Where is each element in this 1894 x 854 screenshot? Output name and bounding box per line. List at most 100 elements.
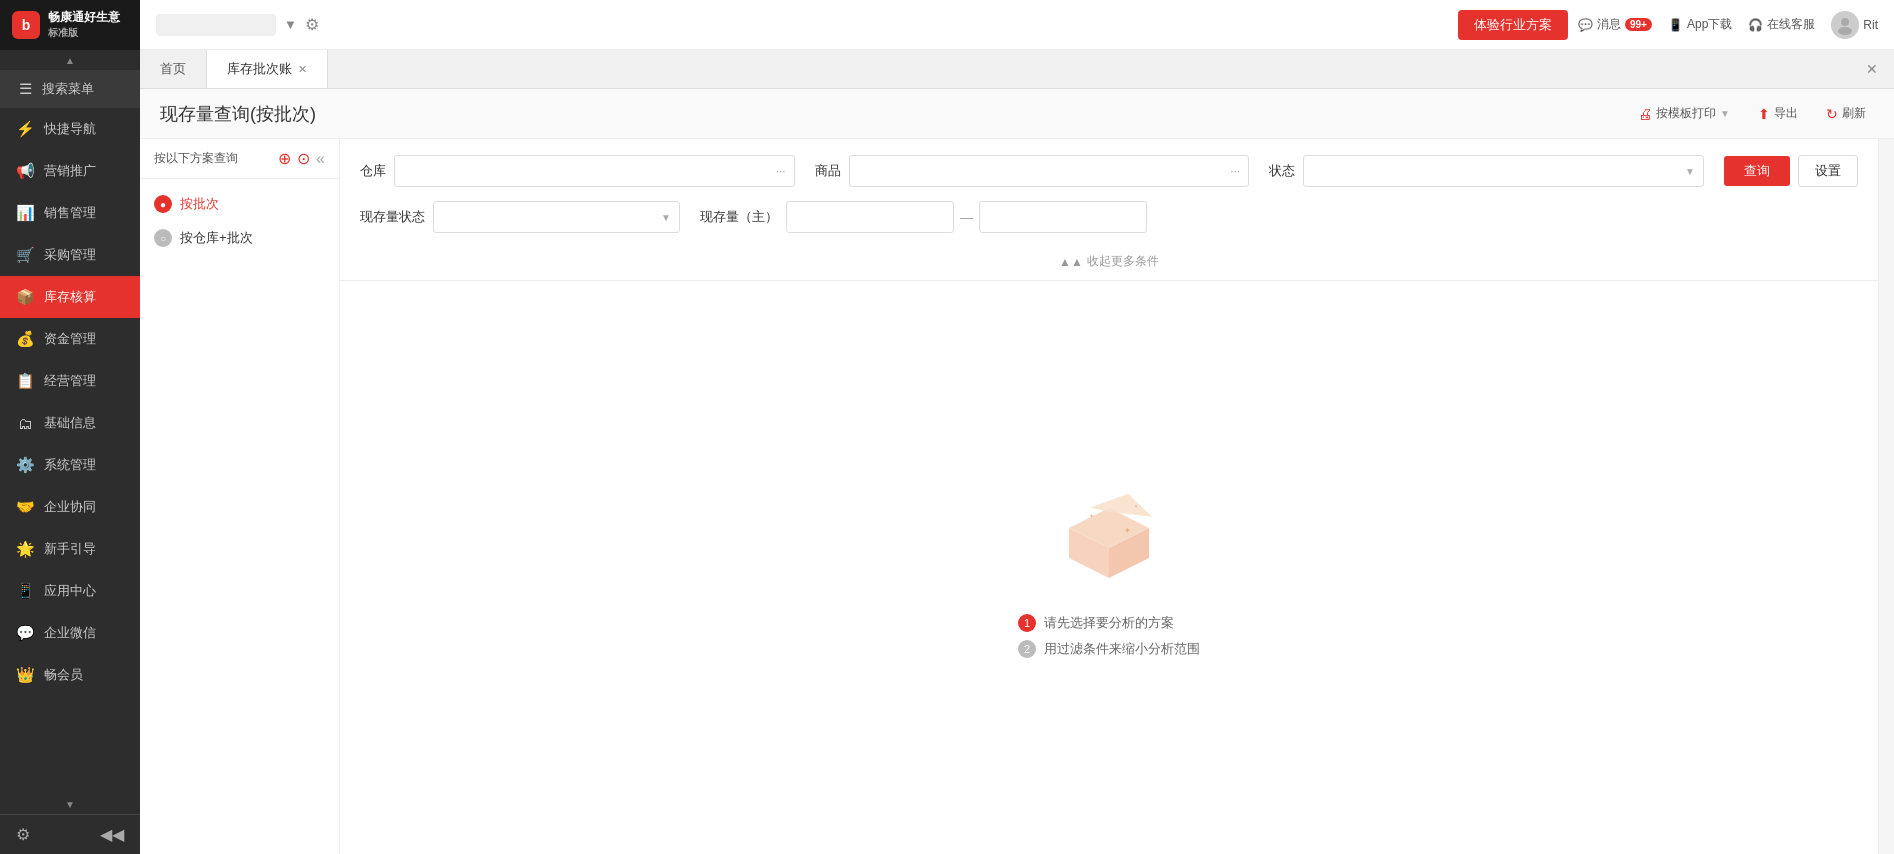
sidebar-header: b 畅康通好生意 标准版 xyxy=(0,0,140,50)
print-label: 按模板打印 xyxy=(1656,105,1716,122)
message-btn[interactable]: 💬 消息 99+ xyxy=(1578,16,1652,33)
left-panel-title: 按以下方案查询 xyxy=(154,150,238,167)
sidebar-item-enterprise-wechat[interactable]: 💬 企业微信 xyxy=(0,612,140,654)
sidebar-item-system-label: 系统管理 xyxy=(44,456,96,474)
export-icon: ⬆ xyxy=(1758,106,1770,122)
empty-illustration: ✦ ✦ ✦ xyxy=(1049,478,1169,598)
company-name: 畅康通好生意 xyxy=(48,10,120,26)
sidebar-item-operations-label: 经营管理 xyxy=(44,372,96,390)
settings-gear-icon[interactable]: ⚙ xyxy=(305,15,319,34)
add-scheme-icon[interactable]: ⊕ xyxy=(278,149,291,168)
status-select[interactable]: ▼ xyxy=(1303,155,1704,187)
collapse-row[interactable]: ▲▲ 收起更多条件 xyxy=(360,247,1858,280)
warehouse-label: 仓库 xyxy=(360,162,386,180)
quick-nav-icon: ⚡ xyxy=(16,120,34,138)
stock-amount-min[interactable] xyxy=(786,201,954,233)
tab-home-label: 首页 xyxy=(160,60,186,78)
tab-close-icon[interactable]: ✕ xyxy=(298,63,307,76)
tip-text-2: 用过滤条件来缩小分析范围 xyxy=(1044,640,1200,658)
app-download-btn[interactable]: 📱 App下载 xyxy=(1668,16,1732,33)
print-icon: 🖨 xyxy=(1638,106,1652,122)
search-input[interactable] xyxy=(156,14,276,36)
try-industry-btn[interactable]: 体验行业方案 xyxy=(1458,10,1568,40)
stock-status-label: 现存量状态 xyxy=(360,208,425,226)
svg-text:✦: ✦ xyxy=(1124,526,1131,535)
sidebar-item-system[interactable]: ⚙️ 系统管理 xyxy=(0,444,140,486)
sidebar-item-vip[interactable]: 👑 畅会员 xyxy=(0,654,140,696)
collapse-left-icon[interactable]: « xyxy=(316,150,325,168)
scroll-down-btn[interactable]: ▼ xyxy=(0,794,140,814)
sidebar-item-new-guide[interactable]: 🌟 新手引导 xyxy=(0,528,140,570)
sidebar-item-sales[interactable]: 📊 销售管理 xyxy=(0,192,140,234)
sidebar-item-enterprise-collab[interactable]: 🤝 企业协同 xyxy=(0,486,140,528)
sidebar: b 畅康通好生意 标准版 ▲ ☰ 搜索菜单 ⚡ 快捷导航 📢 营销推广 📊 销售… xyxy=(0,0,140,854)
purchase-icon: 🛒 xyxy=(16,246,34,264)
sidebar-item-new-guide-label: 新手引导 xyxy=(44,540,96,558)
tab-home[interactable]: 首页 xyxy=(140,50,207,88)
filter-btn-group: 查询 设置 xyxy=(1724,155,1858,187)
sidebar-item-search[interactable]: ☰ 搜索菜单 xyxy=(0,70,140,108)
right-edge-panel xyxy=(1878,139,1894,854)
filter-warehouse: 仓库 ··· xyxy=(360,155,795,187)
sidebar-item-enterprise-collab-label: 企业协同 xyxy=(44,498,96,516)
stock-status-select[interactable]: ▼ xyxy=(433,201,680,233)
headset-icon: 🎧 xyxy=(1748,18,1763,32)
sidebar-item-app-center[interactable]: 📱 应用中心 xyxy=(0,570,140,612)
sidebar-item-enterprise-wechat-label: 企业微信 xyxy=(44,624,96,642)
inventory-icon: 📦 xyxy=(16,288,34,306)
settings-icon[interactable]: ⚙ xyxy=(16,825,30,844)
tab-panel-close-icon[interactable]: ✕ xyxy=(1866,61,1878,77)
filter-product: 商品 ··· xyxy=(815,155,1250,187)
print-dropdown-icon[interactable]: ▼ xyxy=(1720,108,1730,119)
body-split: 按以下方案查询 ⊕ ⊙ « ● 按批次 ○ 按仓库+批次 xyxy=(140,139,1894,854)
sidebar-item-basic[interactable]: 🗂 基础信息 xyxy=(0,402,140,444)
filter-stock-amount: 现存量（主） — xyxy=(700,201,1020,233)
warehouse-input[interactable]: ··· xyxy=(394,155,795,187)
scroll-up-btn[interactable]: ▲ xyxy=(0,50,140,70)
user-area[interactable]: Rit xyxy=(1831,11,1878,39)
sidebar-item-finance-label: 资金管理 xyxy=(44,330,96,348)
print-btn[interactable]: 🖨 按模板打印 ▼ xyxy=(1630,101,1738,126)
export-btn[interactable]: ⬆ 导出 xyxy=(1750,101,1806,126)
sidebar-item-operations[interactable]: 📋 经营管理 xyxy=(0,360,140,402)
scheme-by-batch[interactable]: ● 按批次 xyxy=(140,187,339,221)
product-label: 商品 xyxy=(815,162,841,180)
collapse-sidebar-icon[interactable]: ◀◀ xyxy=(100,825,124,844)
empty-tips: 1 请先选择要分析的方案 2 用过滤条件来缩小分析范围 xyxy=(1018,614,1200,658)
query-btn[interactable]: 查询 xyxy=(1724,156,1790,186)
sidebar-footer: ⚙ ◀◀ xyxy=(0,814,140,854)
empty-tip-1: 1 请先选择要分析的方案 xyxy=(1018,614,1200,632)
search-menu-icon: ☰ xyxy=(16,80,34,98)
topbar-left: ▼ ⚙ xyxy=(156,14,319,36)
sidebar-item-marketing[interactable]: 📢 营销推广 xyxy=(0,150,140,192)
refresh-btn[interactable]: ↻ 刷新 xyxy=(1818,101,1874,126)
sidebar-item-purchase[interactable]: 🛒 采购管理 xyxy=(0,234,140,276)
filter-row-1: 仓库 ··· 商品 ··· xyxy=(360,155,1858,187)
sidebar-item-purchase-label: 采购管理 xyxy=(44,246,96,264)
page-title: 现存量查询(按批次) xyxy=(160,102,316,126)
empty-tip-2: 2 用过滤条件来缩小分析范围 xyxy=(1018,640,1200,658)
sidebar-item-app-center-label: 应用中心 xyxy=(44,582,96,600)
sidebar-item-inventory[interactable]: 📦 库存核算 xyxy=(0,276,140,318)
product-input[interactable]: ··· xyxy=(849,155,1250,187)
sidebar-item-quick-nav[interactable]: ⚡ 快捷导航 xyxy=(0,108,140,150)
status-chevron-icon: ▼ xyxy=(1685,166,1695,177)
dropdown-icon[interactable]: ▼ xyxy=(284,17,297,32)
tab-inventory-batch[interactable]: 库存批次账 ✕ xyxy=(207,50,328,88)
stock-amount-range: — xyxy=(786,201,1147,233)
stock-amount-max[interactable] xyxy=(979,201,1147,233)
left-panel: 按以下方案查询 ⊕ ⊙ « ● 按批次 ○ 按仓库+批次 xyxy=(140,139,340,854)
left-panel-header: 按以下方案查询 ⊕ ⊙ « xyxy=(140,139,339,179)
message-label: 消息 xyxy=(1597,16,1621,33)
tab-inventory-batch-label: 库存批次账 xyxy=(227,60,292,78)
svg-point-1 xyxy=(1838,27,1852,35)
scheme-settings-icon[interactable]: ⊙ xyxy=(297,149,310,168)
marketing-icon: 📢 xyxy=(16,162,34,180)
sidebar-item-finance[interactable]: 💰 资金管理 xyxy=(0,318,140,360)
left-panel-body: ● 按批次 ○ 按仓库+批次 xyxy=(140,179,339,854)
scheme-by-warehouse-batch[interactable]: ○ 按仓库+批次 xyxy=(140,221,339,255)
online-service-btn[interactable]: 🎧 在线客服 xyxy=(1748,16,1815,33)
filter-settings-btn[interactable]: 设置 xyxy=(1798,155,1858,187)
stock-amount-label: 现存量（主） xyxy=(700,208,778,226)
app-center-icon: 📱 xyxy=(16,582,34,600)
